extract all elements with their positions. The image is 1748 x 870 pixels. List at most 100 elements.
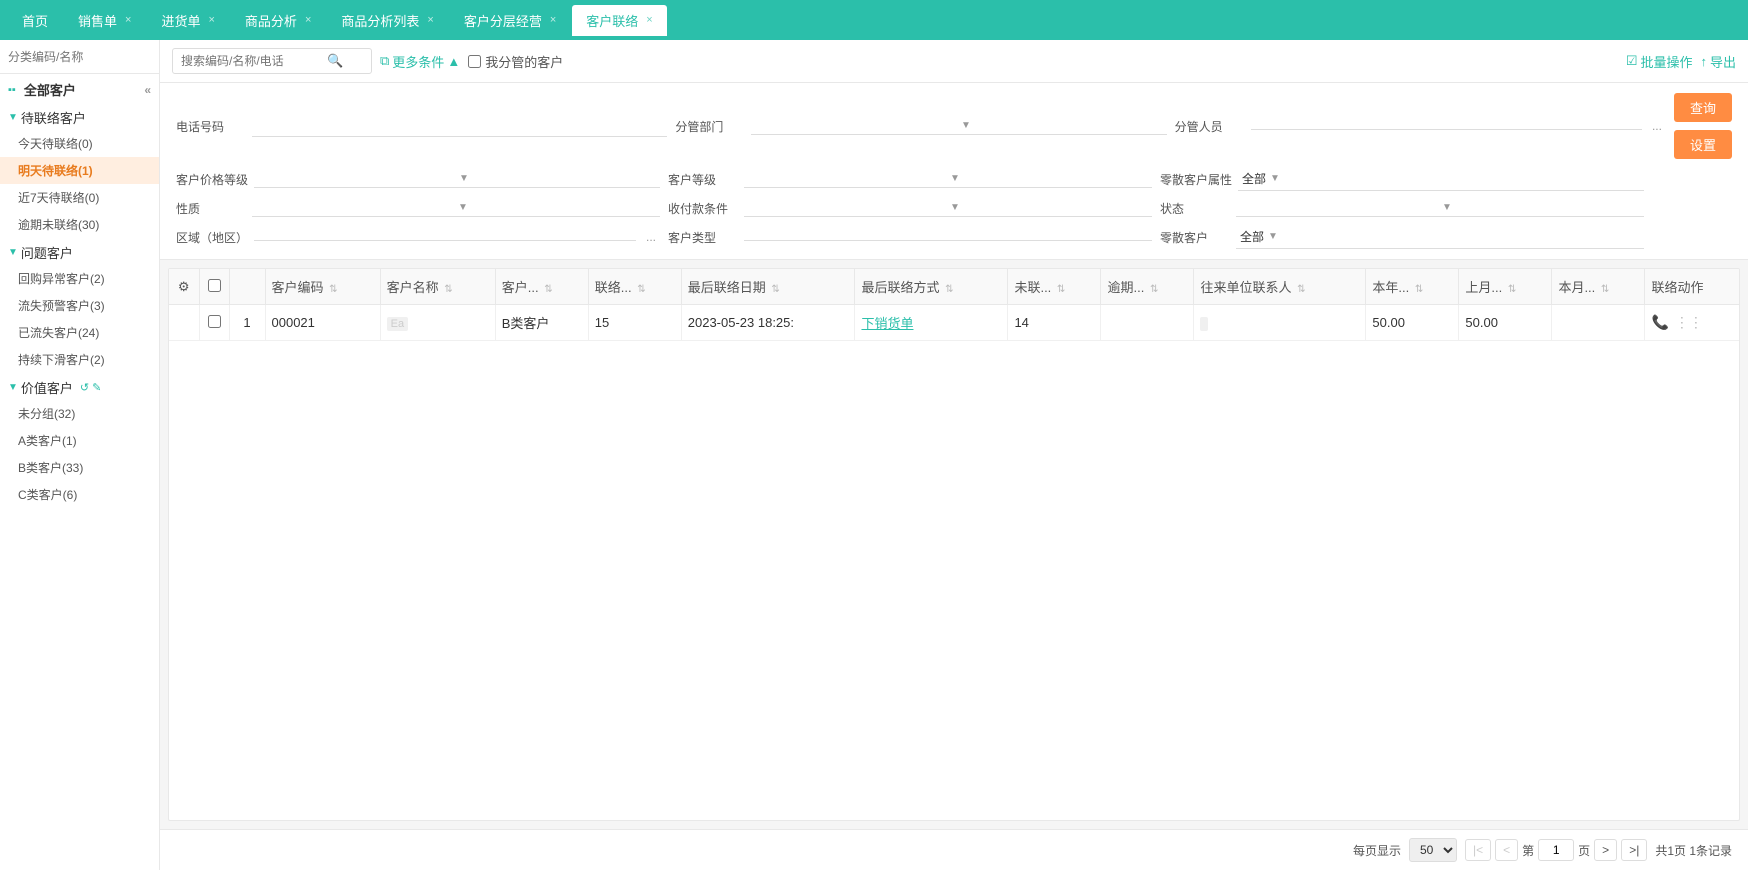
sort-type-icon[interactable]: ⇅ — [544, 284, 552, 295]
sort-this-month-icon[interactable]: ⇅ — [1601, 284, 1609, 295]
close-product-analysis-tab-icon[interactable]: × — [305, 14, 311, 26]
nav-home[interactable]: 首页 — [8, 5, 62, 36]
close-customer-layered-tab-icon[interactable]: × — [550, 14, 556, 26]
my-customers-checkbox[interactable] — [468, 55, 481, 68]
col-last-month-header[interactable]: 上月... ⇅ — [1459, 269, 1552, 305]
sidebar-group-pending-contact[interactable]: ▼ 待联络客户 — [0, 103, 159, 130]
per-page-select[interactable]: 50 — [1409, 838, 1457, 862]
sidebar-group-value-customers[interactable]: ▼ 价值客户 ↺ ✎ — [0, 373, 159, 400]
sort-last-contact-method-icon[interactable]: ⇅ — [945, 284, 953, 295]
nature-select[interactable]: ▼ — [252, 199, 660, 217]
close-product-analysis-list-tab-icon[interactable]: × — [427, 14, 433, 26]
last-contact-method-link[interactable]: 下销货单 — [861, 316, 913, 331]
row-checkbox[interactable] — [208, 315, 221, 328]
sort-last-month-icon[interactable]: ⇅ — [1508, 284, 1516, 295]
search-icon[interactable]: 🔍 — [327, 53, 343, 69]
col-contact-count-header[interactable]: 联络... ⇅ — [588, 269, 681, 305]
row-last-contact-method-cell[interactable]: 下销货单 — [855, 305, 1008, 341]
sort-overdue-icon[interactable]: ⇅ — [1150, 284, 1158, 295]
col-last-contact-method-header[interactable]: 最后联络方式 ⇅ — [855, 269, 1008, 305]
nav-tab-customer-contact[interactable]: 客户联络 × — [572, 5, 666, 36]
sort-last-contact-date-icon[interactable]: ⇅ — [771, 284, 779, 295]
more-conditions-button[interactable]: ⧉ 更多条件 ▲ — [380, 52, 460, 71]
col-customer-type-header[interactable]: 客户... ⇅ — [495, 269, 588, 305]
col-company-contact-header[interactable]: 往来单位联系人 ⇅ — [1194, 269, 1366, 305]
sort-name-icon[interactable]: ⇅ — [444, 284, 452, 295]
export-button[interactable]: ↑ 导出 — [1700, 52, 1736, 71]
col-contact-action-label: 联络动作 — [1651, 280, 1703, 295]
search-input[interactable] — [181, 54, 321, 68]
sidebar-item-overdue-contact[interactable]: 逾期未联络(30) — [0, 211, 159, 238]
customer-level-select[interactable]: ▼ — [744, 170, 1152, 188]
customer-type-select[interactable] — [744, 234, 1152, 241]
query-button[interactable]: 查询 — [1674, 93, 1732, 122]
sidebar-item-tomorrow-contact[interactable]: 明天待联络(1) — [0, 157, 159, 184]
first-page-button[interactable]: |< — [1465, 839, 1491, 861]
phone-input[interactable] — [252, 116, 667, 137]
sidebar-item-7days-contact[interactable]: 近7天待联络(0) — [0, 184, 159, 211]
col-this-year-header[interactable]: 本年... ⇅ — [1366, 269, 1459, 305]
edit-icon[interactable]: ✎ — [92, 381, 101, 394]
sidebar-item-repurchase-abnormal[interactable]: 回购异常客户(2) — [0, 265, 159, 292]
manager-more-button[interactable]: ... — [1648, 119, 1666, 133]
sort-no-contact-icon[interactable]: ⇅ — [1057, 284, 1065, 295]
settings-button[interactable]: 设置 — [1674, 130, 1732, 159]
sort-code-icon[interactable]: ⇅ — [329, 284, 337, 295]
dept-select[interactable]: ▼ — [751, 117, 1166, 135]
contact-action-grid-icon[interactable]: ⋮⋮ — [1675, 314, 1703, 331]
nav-tab-sales[interactable]: 销售单 × — [64, 5, 145, 36]
sidebar-group-problem-customers[interactable]: ▼ 问题客户 — [0, 238, 159, 265]
select-all-checkbox[interactable] — [208, 279, 221, 292]
sidebar-item-today-contact[interactable]: 今天待联络(0) — [0, 130, 159, 157]
payment-select[interactable]: ▼ — [744, 199, 1152, 217]
sort-company-contact-icon[interactable]: ⇅ — [1297, 284, 1305, 295]
sidebar-item-ungrouped[interactable]: 未分组(32) — [0, 400, 159, 427]
sort-this-year-icon[interactable]: ⇅ — [1415, 284, 1423, 295]
retail-attr-select[interactable]: 全部 ▼ — [1238, 167, 1644, 191]
filter-row-2: 客户价格等级 ▼ 客户等级 ▼ 零散客户属性 全部 — [176, 167, 1732, 191]
close-customer-contact-tab-icon[interactable]: × — [646, 14, 652, 26]
row-customer-code-cell[interactable]: 000021 — [265, 305, 380, 341]
col-customer-name-header[interactable]: 客户名称 ⇅ — [380, 269, 495, 305]
close-sales-tab-icon[interactable]: × — [125, 14, 131, 26]
my-customers-filter[interactable]: 我分管的客户 — [468, 52, 563, 71]
all-customers-label[interactable]: 全部客户 — [24, 80, 76, 99]
col-settings-header[interactable]: ⚙ — [169, 269, 199, 305]
nav-tab-purchase[interactable]: 进货单 × — [147, 5, 228, 36]
sidebar-item-declining[interactable]: 持续下滑客户(2) — [0, 346, 159, 373]
nav-tab-product-analysis-list[interactable]: 商品分析列表 × — [327, 5, 447, 36]
prev-page-button[interactable]: < — [1495, 839, 1518, 861]
status-select[interactable]: ▼ — [1236, 199, 1644, 217]
col-contact-count-label: 联络... — [595, 280, 632, 295]
batch-operation-button[interactable]: ☑ 批量操作 — [1626, 52, 1693, 71]
col-check-header[interactable] — [199, 269, 229, 305]
retail-customer-select[interactable]: 全部 ▼ — [1236, 225, 1644, 249]
last-page-button[interactable]: >| — [1621, 839, 1647, 861]
sidebar-item-class-a[interactable]: A类客户(1) — [0, 427, 159, 454]
sidebar-item-class-c[interactable]: C类客户(6) — [0, 481, 159, 508]
nav-tab-customer-layered[interactable]: 客户分层经营 × — [450, 5, 570, 36]
col-customer-code-header[interactable]: 客户编码 ⇅ — [265, 269, 380, 305]
price-level-arrow-icon: ▼ — [459, 173, 656, 184]
contact-action-phone-icon[interactable]: 📞 — [1651, 314, 1668, 331]
next-page-button[interactable]: > — [1594, 839, 1617, 861]
close-purchase-tab-icon[interactable]: × — [208, 14, 214, 26]
col-this-month-header[interactable]: 本月... ⇅ — [1552, 269, 1645, 305]
region-select[interactable] — [254, 234, 636, 241]
sidebar-item-churned[interactable]: 已流失客户(24) — [0, 319, 159, 346]
page-input[interactable] — [1538, 839, 1574, 861]
region-more-button[interactable]: ... — [642, 230, 660, 244]
nav-tab-product-analysis[interactable]: 商品分析 × — [231, 5, 325, 36]
col-overdue-header[interactable]: 逾期... ⇅ — [1101, 269, 1194, 305]
price-level-select[interactable]: ▼ — [254, 170, 660, 188]
row-check-cell[interactable] — [199, 305, 229, 341]
sidebar-item-class-b[interactable]: B类客户(33) — [0, 454, 159, 481]
col-last-contact-date-header[interactable]: 最后联络日期 ⇅ — [681, 269, 855, 305]
sidebar-collapse-icon[interactable]: « — [144, 83, 151, 97]
sidebar-search-input[interactable] — [8, 50, 160, 64]
col-no-contact-header[interactable]: 未联... ⇅ — [1008, 269, 1101, 305]
sort-contact-count-icon[interactable]: ⇅ — [637, 284, 645, 295]
sidebar-item-churn-warning[interactable]: 流失预警客户(3) — [0, 292, 159, 319]
manager-select[interactable] — [1251, 123, 1642, 130]
refresh-icon[interactable]: ↺ — [80, 381, 89, 394]
